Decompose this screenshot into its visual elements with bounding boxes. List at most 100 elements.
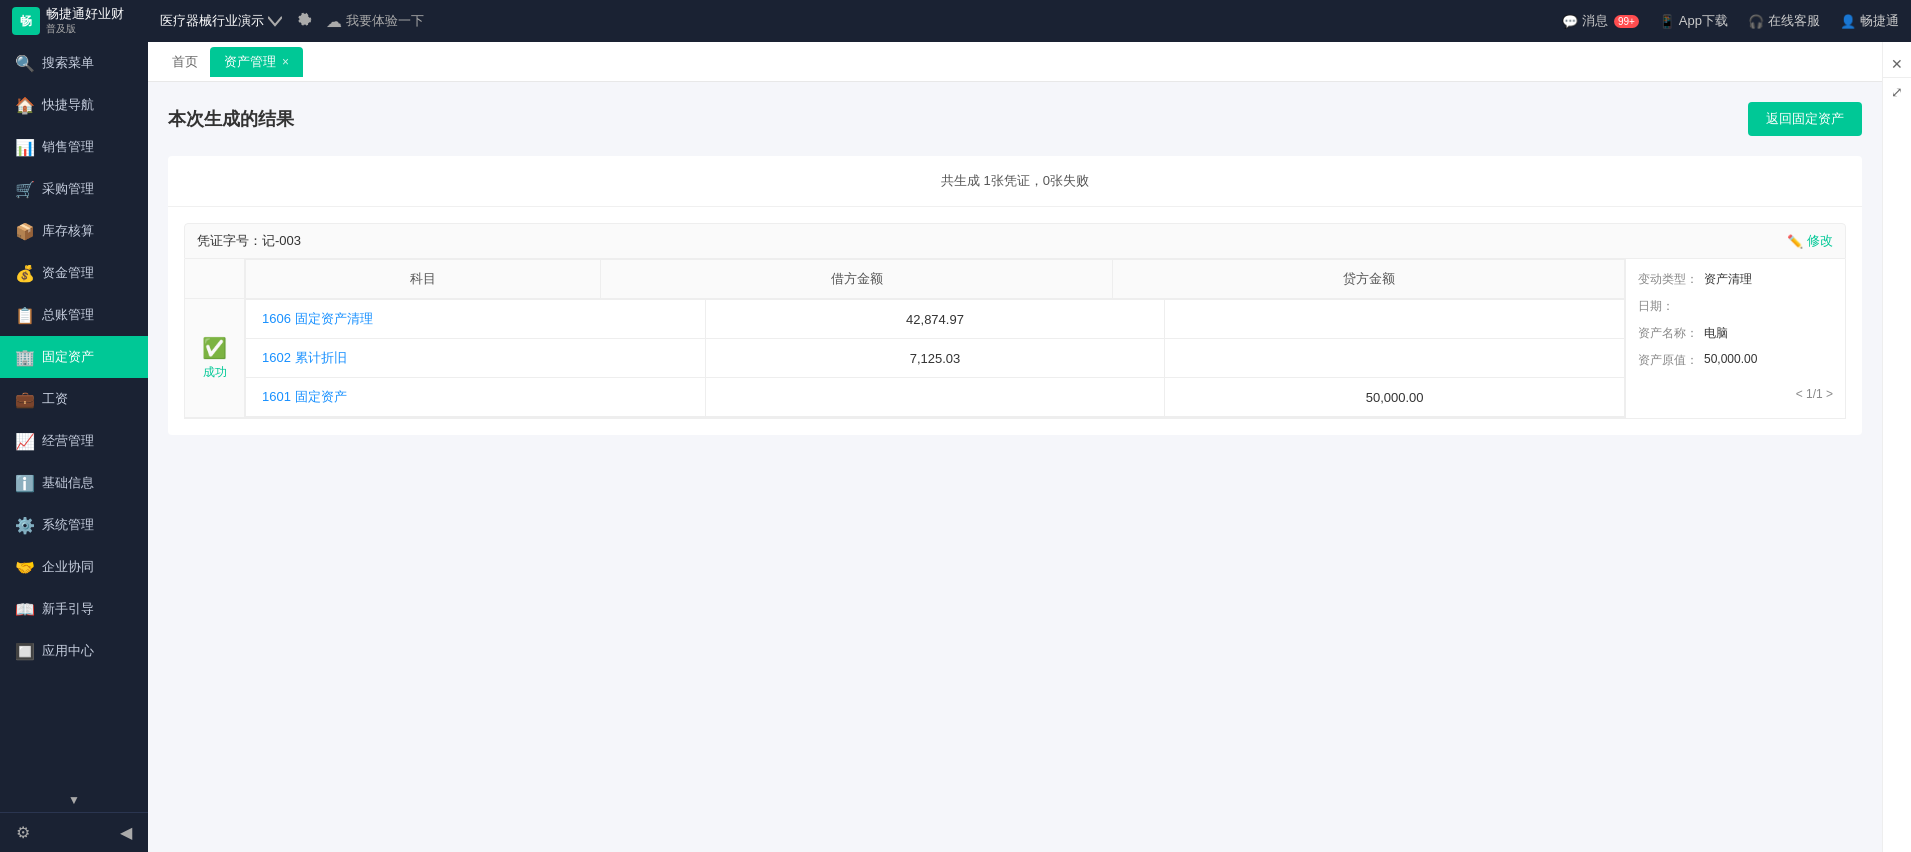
table-header: 科目 借方金额 贷方金额 bbox=[246, 260, 1625, 299]
tab-bar: 首页 资产管理 × bbox=[148, 42, 1882, 82]
sidebar-label-inventory: 库存核算 bbox=[42, 222, 94, 240]
sales-icon: 📊 bbox=[16, 138, 34, 156]
sidebar-bottom: ⚙ ◀ bbox=[0, 812, 148, 852]
voucher-number: 凭证字号：记-003 bbox=[197, 232, 301, 250]
status-column bbox=[185, 259, 245, 299]
messages-button[interactable]: 💬 消息 99 bbox=[1562, 12, 1639, 30]
asset-name-value: 电脑 bbox=[1704, 325, 1728, 342]
sidebar-item-ledger[interactable]: 📋 总账管理 bbox=[0, 294, 148, 336]
messages-label: 消息 bbox=[1582, 12, 1608, 30]
inventory-icon: 📦 bbox=[16, 222, 34, 240]
logo-sub: 普及版 bbox=[46, 22, 124, 36]
sidebar-label-fixed-assets: 固定资产 bbox=[42, 348, 94, 366]
operations-icon: 📈 bbox=[16, 432, 34, 450]
ledger-icon: 📋 bbox=[16, 306, 34, 324]
top-bar-center: 医疗器械行业演示 ☁ 我要体验一下 bbox=[160, 7, 1562, 35]
app-center-icon: 🔲 bbox=[16, 642, 34, 660]
asset-name-row: 资产名称： 电脑 bbox=[1638, 325, 1833, 342]
result-panel: 共生成 1张凭证，0张失败 凭证字号：记-003 ✏️ 修改 bbox=[168, 156, 1862, 435]
success-checkmark-icon: ✅ bbox=[202, 336, 227, 360]
close-panel-button[interactable]: ✕ bbox=[1883, 50, 1911, 78]
voucher-table: 科目 借方金额 贷方金额 bbox=[245, 259, 1625, 299]
date-row: 日期： bbox=[1638, 298, 1833, 315]
table-row: ✅ 成功 1606 固定资产清理 42,874.97 bbox=[185, 299, 1625, 418]
asset-original-value-row: 资产原值： 50,000.00 bbox=[1638, 352, 1833, 369]
table-row-1: 1606 固定资产清理 42,874.97 bbox=[246, 300, 1625, 339]
table-row-2: 1602 累计折旧 7,125.03 bbox=[246, 339, 1625, 378]
tab-close-icon[interactable]: × bbox=[282, 55, 289, 69]
app-download-button[interactable]: 📱 App下载 bbox=[1659, 12, 1728, 30]
credit-2 bbox=[1165, 339, 1625, 378]
edit-icon: ✏️ bbox=[1787, 234, 1803, 249]
top-bar: 畅 畅捷通好业财 普及版 医疗器械行业演示 ☁ 我要体验一下 💬 消息 99 📱… bbox=[0, 0, 1911, 42]
table-with-status: 科目 借方金额 贷方金额 bbox=[185, 259, 1625, 299]
pagination[interactable]: < 1/1 > bbox=[1638, 379, 1833, 401]
sidebar-label-system: 系统管理 bbox=[42, 516, 94, 534]
return-button[interactable]: 返回固定资产 bbox=[1748, 102, 1862, 136]
sidebar-label-basic-info: 基础信息 bbox=[42, 474, 94, 492]
company-selector[interactable]: 医疗器械行业演示 bbox=[160, 12, 282, 30]
user-button[interactable]: 👤 畅捷通 bbox=[1840, 12, 1899, 30]
user-label: 畅捷通 bbox=[1860, 12, 1899, 30]
subject-3[interactable]: 1601 固定资产 bbox=[246, 378, 706, 417]
asset-original-value-value: 50,000.00 bbox=[1704, 352, 1757, 366]
guide-icon: 📖 bbox=[16, 600, 34, 618]
purchase-icon: 🛒 bbox=[16, 180, 34, 198]
edit-link[interactable]: ✏️ 修改 bbox=[1787, 232, 1833, 250]
credit-1 bbox=[1165, 300, 1625, 339]
logo-icon: 畅 bbox=[12, 7, 40, 35]
sidebar-label-enterprise: 企业协同 bbox=[42, 558, 94, 576]
change-type-value: 资产清理 bbox=[1704, 271, 1752, 288]
tab-active-label: 资产管理 bbox=[224, 53, 276, 71]
sidebar-item-inventory[interactable]: 📦 库存核算 bbox=[0, 210, 148, 252]
asset-name-label: 资产名称： bbox=[1638, 325, 1698, 342]
sidebar-label-purchase: 采购管理 bbox=[42, 180, 94, 198]
subject-1[interactable]: 1606 固定资产清理 bbox=[246, 300, 706, 339]
online-service-button[interactable]: 🎧 在线客服 bbox=[1748, 12, 1820, 30]
expand-panel-button[interactable]: ⤢ bbox=[1883, 78, 1911, 106]
sidebar-item-shortcut[interactable]: 🏠 快捷导航 bbox=[0, 84, 148, 126]
page-header: 本次生成的结果 返回固定资产 bbox=[168, 102, 1862, 136]
tab-asset-management[interactable]: 资产管理 × bbox=[210, 47, 303, 77]
sidebar-item-funds[interactable]: 💰 资金管理 bbox=[0, 252, 148, 294]
sidebar-item-enterprise[interactable]: 🤝 企业协同 bbox=[0, 546, 148, 588]
page-content: 本次生成的结果 返回固定资产 共生成 1张凭证，0张失败 凭证字号：记-003 … bbox=[148, 82, 1882, 852]
sidebar: 🔍 搜索菜单 🏠 快捷导航 📊 销售管理 🛒 采购管理 📦 库存核算 💰 bbox=[0, 42, 148, 852]
change-type-label: 变动类型： bbox=[1638, 271, 1698, 288]
collapse-icon[interactable]: ◀ bbox=[120, 823, 132, 842]
sidebar-item-purchase[interactable]: 🛒 采购管理 bbox=[0, 168, 148, 210]
table-row-3: 1601 固定资产 50,000.00 bbox=[246, 378, 1625, 417]
sidebar-item-basic-info[interactable]: ℹ️ 基础信息 bbox=[0, 462, 148, 504]
sidebar-scroll-arrow[interactable]: ▼ bbox=[0, 788, 148, 812]
voucher-section: 凭证字号：记-003 ✏️ 修改 bbox=[168, 207, 1862, 435]
success-text: 成功 bbox=[203, 364, 227, 381]
sidebar-item-operations[interactable]: 📈 经营管理 bbox=[0, 420, 148, 462]
change-type-row: 变动类型： 资产清理 bbox=[1638, 271, 1833, 288]
debit-1: 42,874.97 bbox=[705, 300, 1165, 339]
sidebar-item-guide[interactable]: 📖 新手引导 bbox=[0, 588, 148, 630]
sidebar-item-system[interactable]: ⚙️ 系统管理 bbox=[0, 504, 148, 546]
sidebar-item-app-center[interactable]: 🔲 应用中心 bbox=[0, 630, 148, 672]
experience-button[interactable]: ☁ 我要体验一下 bbox=[326, 12, 424, 31]
gear-button[interactable] bbox=[290, 7, 318, 35]
settings-icon[interactable]: ⚙ bbox=[16, 823, 30, 842]
app-download-label: App下载 bbox=[1679, 12, 1728, 30]
sidebar-item-search[interactable]: 🔍 搜索菜单 bbox=[0, 42, 148, 84]
online-service-label: 在线客服 bbox=[1768, 12, 1820, 30]
sidebar-item-sales[interactable]: 📊 销售管理 bbox=[0, 126, 148, 168]
tab-home[interactable]: 首页 bbox=[164, 53, 206, 71]
main-layout: 🔍 搜索菜单 🏠 快捷导航 📊 销售管理 🛒 采购管理 📦 库存核算 💰 bbox=[0, 42, 1911, 852]
sidebar-item-fixed-assets[interactable]: 🏢 固定资产 bbox=[0, 336, 148, 378]
system-icon: ⚙️ bbox=[16, 516, 34, 534]
chevron-down-icon bbox=[268, 14, 282, 28]
enterprise-icon: 🤝 bbox=[16, 558, 34, 576]
sidebar-label-ledger: 总账管理 bbox=[42, 306, 94, 324]
messages-badge: 99 bbox=[1614, 15, 1639, 28]
subject-2[interactable]: 1602 累计折旧 bbox=[246, 339, 706, 378]
content-area: 首页 资产管理 × 本次生成的结果 返回固定资产 共生成 1张凭证，0张失败 凭… bbox=[148, 42, 1882, 852]
gear-icon bbox=[295, 12, 313, 30]
logo-text: 畅捷通好业财 bbox=[46, 6, 124, 22]
sidebar-item-salary[interactable]: 💼 工资 bbox=[0, 378, 148, 420]
side-info-panel: 变动类型： 资产清理 日期： 资产名称： 电脑 bbox=[1625, 259, 1845, 418]
sidebar-label-shortcut: 快捷导航 bbox=[42, 96, 94, 114]
